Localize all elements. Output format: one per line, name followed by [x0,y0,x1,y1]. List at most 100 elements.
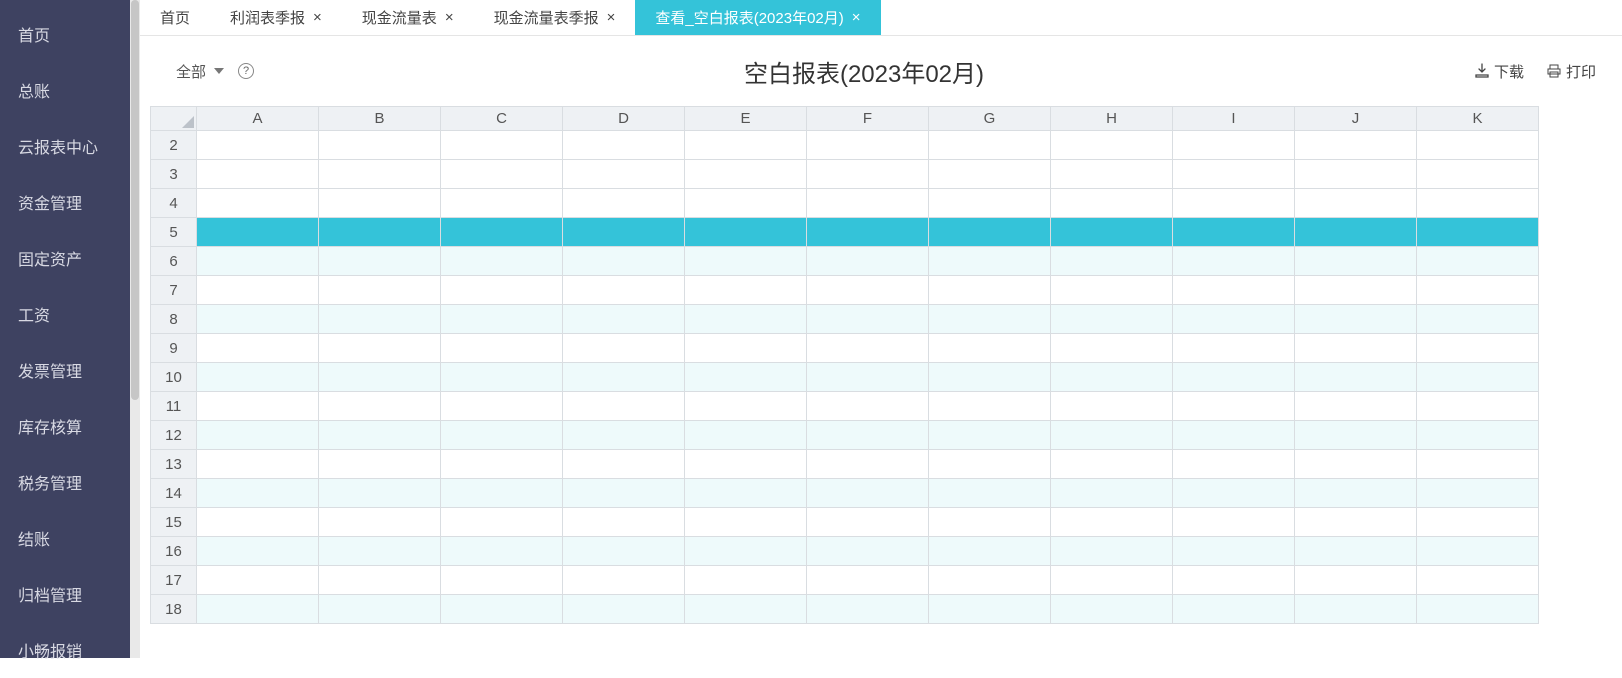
cell[interactable] [1173,537,1295,566]
cell[interactable] [1051,218,1173,247]
cell[interactable] [197,479,319,508]
column-header[interactable]: C [441,107,563,131]
cell[interactable] [441,276,563,305]
cell[interactable] [1295,392,1417,421]
cell[interactable] [319,189,441,218]
cell[interactable] [1295,363,1417,392]
sidebar-item[interactable]: 税务管理 [0,454,130,510]
cell[interactable] [685,450,807,479]
cell[interactable] [197,218,319,247]
cell[interactable] [1173,479,1295,508]
sidebar-item[interactable]: 固定资产 [0,230,130,286]
cell[interactable] [441,450,563,479]
cell[interactable] [1051,595,1173,624]
cell[interactable] [1173,392,1295,421]
cell[interactable] [441,508,563,537]
cell[interactable] [441,479,563,508]
cell[interactable] [563,131,685,160]
cell[interactable] [319,508,441,537]
cell[interactable] [197,189,319,218]
cell[interactable] [319,276,441,305]
cell[interactable] [441,595,563,624]
cell[interactable] [929,189,1051,218]
cell[interactable] [319,566,441,595]
cell[interactable] [1051,479,1173,508]
cell[interactable] [685,160,807,189]
cell[interactable] [1051,363,1173,392]
cell[interactable] [929,160,1051,189]
row-header[interactable]: 9 [151,334,197,363]
cell[interactable] [929,363,1051,392]
row-header[interactable]: 3 [151,160,197,189]
cell[interactable] [1051,537,1173,566]
cell[interactable] [563,305,685,334]
cell[interactable] [1051,247,1173,276]
cell[interactable] [563,247,685,276]
cell[interactable] [929,595,1051,624]
column-header[interactable]: E [685,107,807,131]
cell[interactable] [1295,218,1417,247]
cell[interactable] [563,334,685,363]
cell[interactable] [1173,218,1295,247]
cell[interactable] [563,479,685,508]
cell[interactable] [685,421,807,450]
cell[interactable] [1051,160,1173,189]
cell[interactable] [685,566,807,595]
spreadsheet[interactable]: ABCDEFGHIJK23456789101112131415161718 [140,106,1622,658]
cell[interactable] [685,392,807,421]
cell[interactable] [197,334,319,363]
cell[interactable] [807,160,929,189]
cell[interactable] [1295,247,1417,276]
tab[interactable]: 现金流量表× [342,0,474,35]
cell[interactable] [1295,595,1417,624]
cell[interactable] [1173,421,1295,450]
cell[interactable] [441,160,563,189]
cell[interactable] [441,363,563,392]
cell[interactable] [1295,131,1417,160]
cell[interactable] [319,334,441,363]
cell[interactable] [929,247,1051,276]
row-header[interactable]: 13 [151,450,197,479]
sidebar-item[interactable]: 发票管理 [0,342,130,398]
row-header[interactable]: 4 [151,189,197,218]
cell[interactable] [1417,450,1539,479]
row-header[interactable]: 18 [151,595,197,624]
cell[interactable] [807,421,929,450]
cell[interactable] [441,305,563,334]
row-header[interactable]: 10 [151,363,197,392]
cell[interactable] [929,421,1051,450]
row-header[interactable]: 12 [151,421,197,450]
cell[interactable] [441,421,563,450]
cell[interactable] [319,479,441,508]
cell[interactable] [1295,305,1417,334]
close-icon[interactable]: × [607,10,616,25]
close-icon[interactable]: × [445,10,454,25]
cell[interactable] [807,247,929,276]
sidebar-item[interactable]: 云报表中心 [0,118,130,174]
sidebar-scroll-thumb[interactable] [131,0,139,400]
cell[interactable] [197,450,319,479]
cell[interactable] [1173,189,1295,218]
cell[interactable] [1417,131,1539,160]
row-header[interactable]: 7 [151,276,197,305]
cell[interactable] [807,537,929,566]
cell[interactable] [563,595,685,624]
cell[interactable] [1051,131,1173,160]
cell[interactable] [1051,334,1173,363]
cell[interactable] [807,392,929,421]
column-header[interactable]: H [1051,107,1173,131]
help-icon[interactable]: ? [238,63,254,79]
cell[interactable] [1173,450,1295,479]
sidebar-item[interactable]: 工资 [0,286,130,342]
cell[interactable] [929,566,1051,595]
cell[interactable] [1173,305,1295,334]
cell[interactable] [1295,276,1417,305]
cell[interactable] [1417,392,1539,421]
cell[interactable] [563,450,685,479]
cell[interactable] [685,218,807,247]
cell[interactable] [441,131,563,160]
cell[interactable] [1295,334,1417,363]
cell[interactable] [197,566,319,595]
row-header[interactable]: 15 [151,508,197,537]
cell[interactable] [319,421,441,450]
